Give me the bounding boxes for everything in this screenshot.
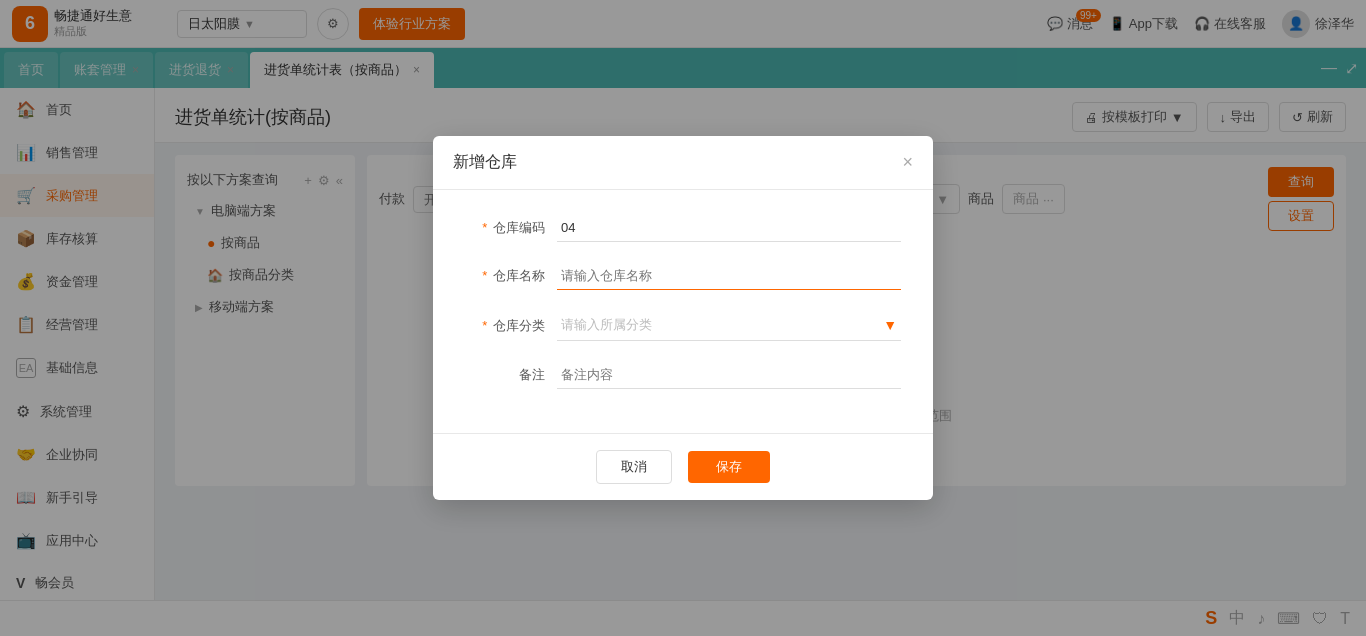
code-label: * 仓库编码 [465,219,545,237]
required-star: * [482,220,487,235]
modal-footer: 取消 保存 [433,433,933,500]
modal-overlay[interactable]: 新增仓库 × * 仓库编码 * 仓库名称 * 仓库分 [0,0,1366,636]
modal-close-icon[interactable]: × [902,152,913,173]
modal-body: * 仓库编码 * 仓库名称 * 仓库分类 请输入所属分类 ▼ [433,190,933,433]
form-row-code: * 仓库编码 [465,214,901,242]
category-label: * 仓库分类 [465,317,545,335]
cancel-button[interactable]: 取消 [596,450,672,484]
form-row-category: * 仓库分类 请输入所属分类 ▼ [465,310,901,341]
category-select[interactable]: 请输入所属分类 ▼ [557,310,901,341]
form-row-note: 备注 [465,361,901,389]
code-input[interactable] [557,214,901,242]
note-label: 备注 [465,366,545,384]
modal-new-warehouse: 新增仓库 × * 仓库编码 * 仓库名称 * 仓库分 [433,136,933,500]
required-star-3: * [482,318,487,333]
note-input[interactable] [557,361,901,389]
category-placeholder: 请输入所属分类 [561,316,652,334]
required-star-2: * [482,268,487,283]
modal-title: 新增仓库 [453,152,517,173]
category-arrow-icon: ▼ [883,317,897,333]
modal-header: 新增仓库 × [433,136,933,190]
form-row-name: * 仓库名称 [465,262,901,290]
save-button[interactable]: 保存 [688,451,770,483]
name-label: * 仓库名称 [465,267,545,285]
name-input[interactable] [557,262,901,290]
